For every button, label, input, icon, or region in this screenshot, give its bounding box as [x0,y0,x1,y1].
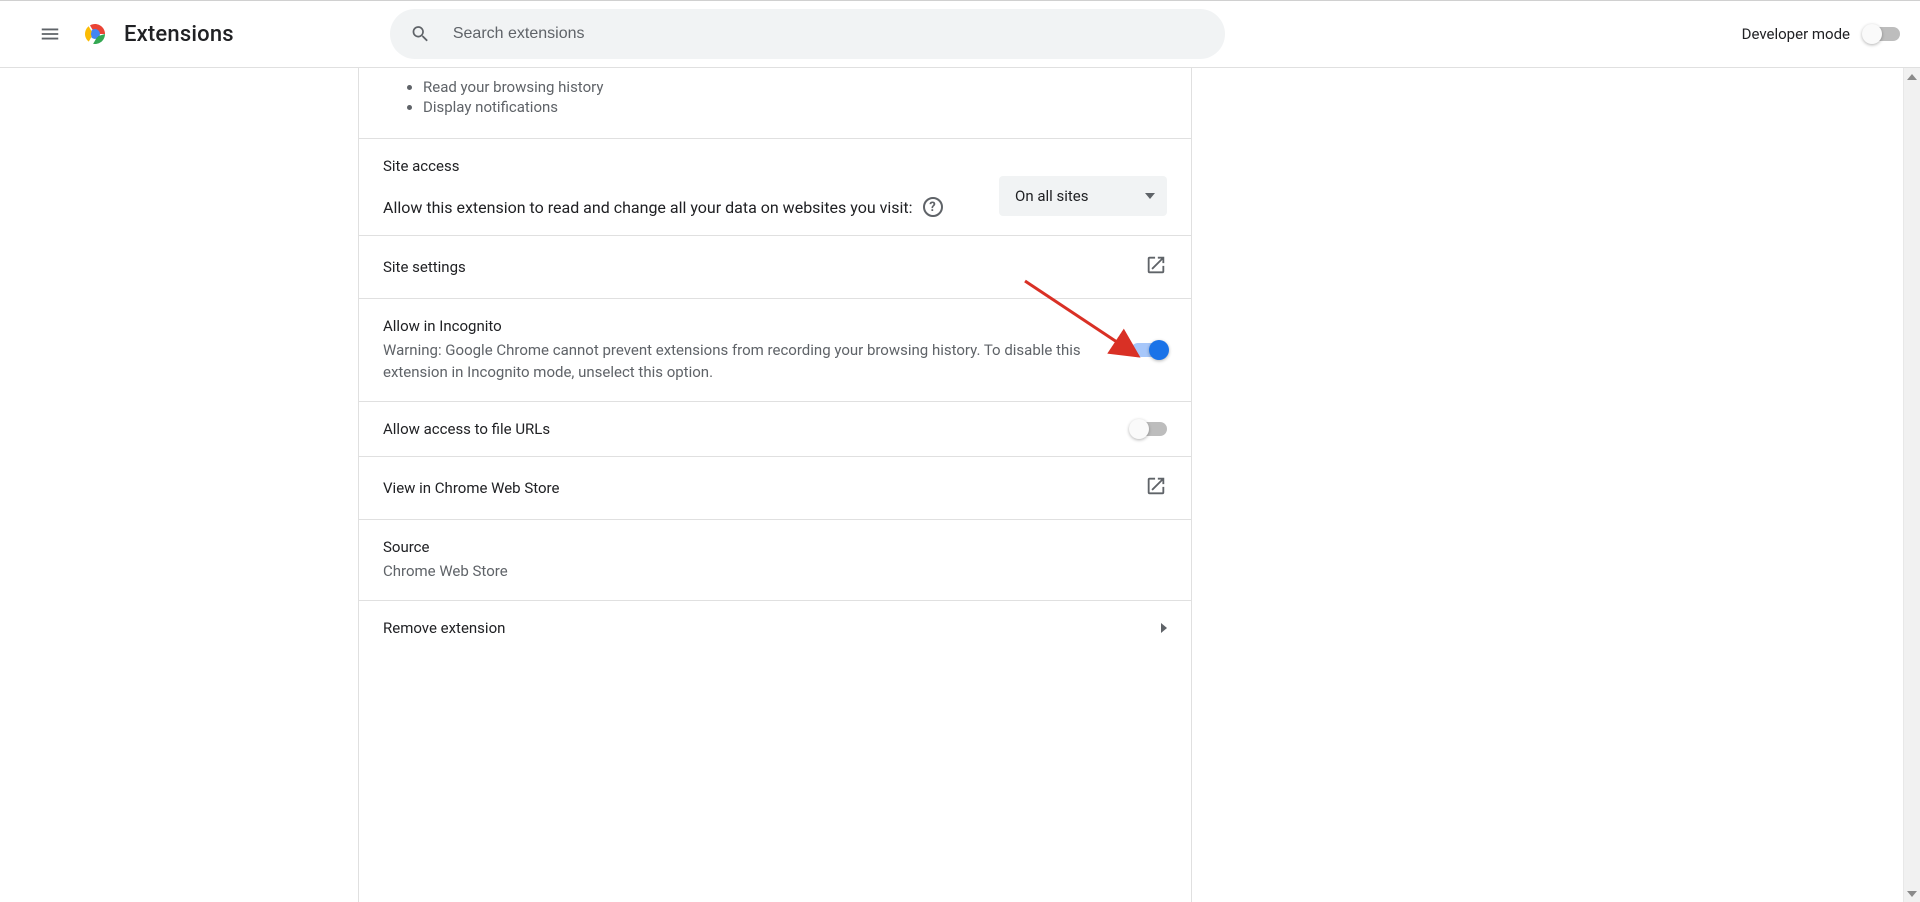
allow-file-urls-row: Allow access to file URLs [359,402,1191,457]
view-in-web-store-row[interactable]: View in Chrome Web Store [359,457,1191,520]
developer-mode-toggle[interactable] [1864,27,1900,41]
open-external-icon [1145,475,1167,501]
help-icon[interactable]: ? [923,197,943,217]
allow-file-urls-label: Allow access to file URLs [383,420,550,438]
main-menu-button[interactable] [30,14,70,54]
allow-incognito-toggle[interactable] [1131,343,1167,357]
scroll-up-button[interactable] [1904,68,1920,85]
permissions-list: Read your browsing history Display notif… [383,78,1167,116]
search-box[interactable] [390,9,1225,59]
chevron-down-icon [1145,191,1155,201]
content-viewport: Read your browsing history Display notif… [0,68,1920,902]
developer-mode-label: Developer mode [1742,25,1850,43]
source-value: Chrome Web Store [383,560,1167,582]
site-settings-row[interactable]: Site settings [359,236,1191,299]
chevron-right-icon [1161,623,1167,633]
extension-detail-card: Read your browsing history Display notif… [358,68,1192,902]
site-access-heading: Site access [383,157,1167,175]
site-access-dropdown[interactable]: On all sites [999,176,1167,216]
vertical-scrollbar[interactable] [1903,68,1920,902]
view-in-web-store-label: View in Chrome Web Store [383,479,559,497]
site-access-selected: On all sites [1015,187,1089,205]
chrome-logo-icon [80,19,110,49]
page-title: Extensions [124,22,234,47]
search-icon [410,23,431,45]
open-external-icon [1145,254,1167,280]
site-access-section: Site access Allow this extension to read… [359,139,1191,236]
scroll-down-button[interactable] [1904,885,1920,902]
menu-icon [39,23,61,45]
permission-item: Read your browsing history [423,78,1167,96]
allow-file-urls-toggle[interactable] [1131,422,1167,436]
allow-incognito-row: Allow in Incognito Warning: Google Chrom… [359,299,1191,402]
site-access-description: Allow this extension to read and change … [383,198,913,217]
permission-item: Display notifications [423,98,1167,116]
source-label: Source [383,538,1167,556]
source-row: Source Chrome Web Store [359,520,1191,601]
toolbar: Extensions Developer mode [0,0,1920,68]
site-settings-label: Site settings [383,258,466,276]
allow-incognito-warning: Warning: Google Chrome cannot prevent ex… [383,339,1101,383]
remove-extension-label: Remove extension [383,619,505,637]
search-input[interactable] [451,24,1205,44]
allow-incognito-label: Allow in Incognito [383,317,1101,335]
remove-extension-row[interactable]: Remove extension [359,601,1191,655]
